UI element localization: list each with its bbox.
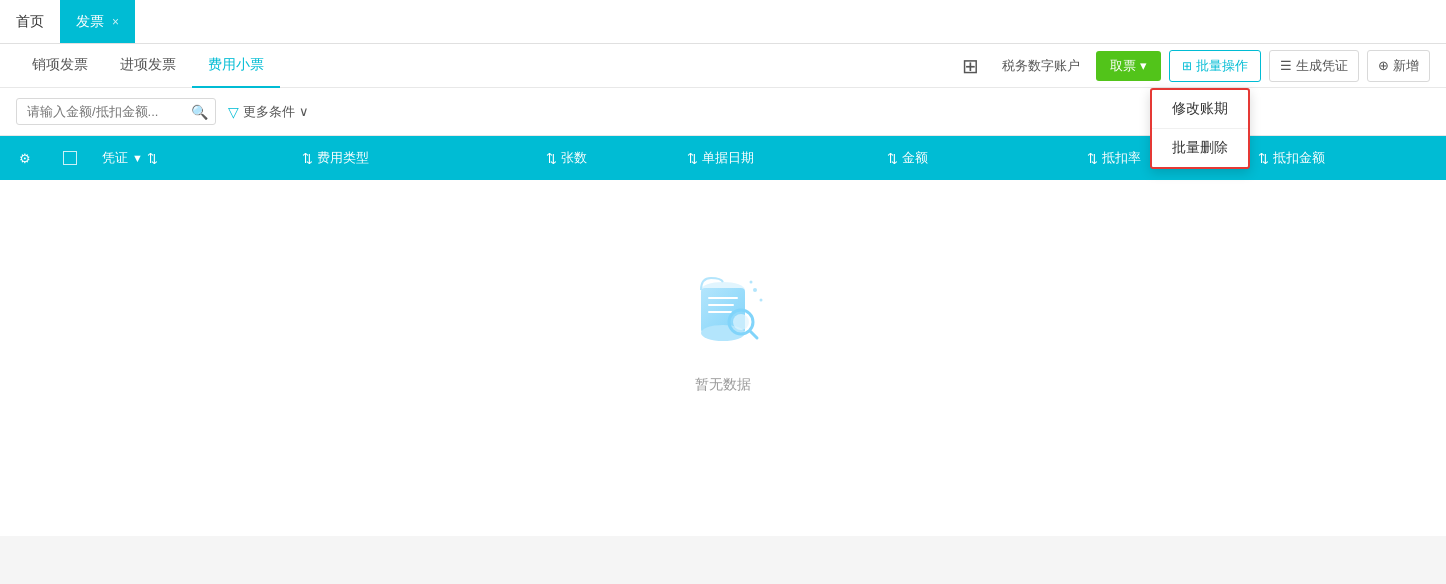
tab-expense[interactable]: 费用小票 — [192, 45, 280, 88]
th-deduct-rate-label: 抵扣率 — [1102, 149, 1141, 167]
th-amount: ⇅ 金额 — [875, 149, 1075, 167]
generate-voucher-label: 生成凭证 — [1296, 57, 1348, 75]
qr-icon-button[interactable]: ⊞ — [954, 50, 986, 82]
th-settings[interactable]: ⚙ — [0, 151, 50, 166]
nav-tab-invoice[interactable]: 发票 × — [60, 0, 135, 43]
tax-account-button[interactable]: 税务数字账户 — [994, 57, 1088, 75]
nav-tab-close[interactable]: × — [112, 15, 119, 29]
tab-input[interactable]: 进项发票 — [104, 45, 192, 88]
th-voucher-filter-icon[interactable]: ▼ — [132, 152, 143, 164]
tab-sales[interactable]: 销项发票 — [16, 45, 104, 88]
svg-point-9 — [753, 288, 757, 292]
main-content: ⚙ 凭证 ▼ ⇅ ⇅ 费用类型 ⇅ 张数 ⇅ 单据日期 ⇅ 金额 ⇅ 抵扣率 — [0, 136, 1446, 536]
nav-tab-label: 发票 — [76, 13, 104, 31]
th-deduct-rate-sort-icon[interactable]: ⇅ — [1087, 151, 1098, 166]
th-voucher-sort-icon[interactable]: ⇅ — [147, 151, 158, 166]
dropdown-item-modify-period[interactable]: 修改账期 — [1152, 90, 1248, 128]
th-expense-type-label: 费用类型 — [317, 149, 369, 167]
more-filter-button[interactable]: ▽ 更多条件 ∨ — [228, 103, 309, 121]
th-deduct-amount-sort-icon[interactable]: ⇅ — [1258, 151, 1269, 166]
new-label: 新增 — [1393, 57, 1419, 75]
empty-state: 暂无数据 — [0, 180, 1446, 434]
th-checkbox[interactable] — [50, 151, 90, 165]
th-doc-date-label: 单据日期 — [702, 149, 754, 167]
batch-operation-dropdown: 修改账期 批量删除 — [1150, 88, 1250, 169]
th-doc-date: ⇅ 单据日期 — [675, 149, 875, 167]
filter-icon: ▽ — [228, 104, 239, 120]
sub-tabs-bar: 销项发票 进项发票 费用小票 ⊞ 税务数字账户 取票 ▾ ⊞ 批量操作 ☰ 生成… — [0, 44, 1446, 88]
take-ticket-arrow: ▾ — [1140, 58, 1147, 73]
batch-op-label: 批量操作 — [1196, 57, 1248, 75]
th-amount-label: 金额 — [902, 149, 928, 167]
generate-voucher-button[interactable]: ☰ 生成凭证 — [1269, 50, 1359, 82]
take-ticket-label: 取票 — [1110, 57, 1136, 75]
search-icon[interactable]: 🔍 — [191, 104, 208, 120]
th-count-sort-icon[interactable]: ⇅ — [546, 151, 557, 166]
more-filter-label: 更多条件 — [243, 103, 295, 121]
th-expense-type: ⇅ 费用类型 — [290, 149, 534, 167]
th-doc-date-sort-icon[interactable]: ⇅ — [687, 151, 698, 166]
settings-icon[interactable]: ⚙ — [19, 151, 31, 166]
th-voucher: 凭证 ▼ ⇅ — [90, 149, 290, 167]
svg-point-11 — [750, 281, 753, 284]
toolbar-right: ⊞ 税务数字账户 取票 ▾ ⊞ 批量操作 ☰ 生成凭证 ⊕ 新增 — [954, 50, 1430, 82]
filter-arrow-icon: ∨ — [299, 104, 309, 119]
th-amount-sort-icon[interactable]: ⇅ — [887, 151, 898, 166]
new-icon: ⊕ — [1378, 58, 1389, 73]
top-nav: 首页 发票 × — [0, 0, 1446, 44]
empty-state-text: 暂无数据 — [695, 376, 751, 394]
dropdown-item-batch-delete[interactable]: 批量删除 — [1152, 128, 1248, 167]
svg-point-7 — [733, 314, 749, 330]
new-button[interactable]: ⊕ 新增 — [1367, 50, 1430, 82]
th-count-label: 张数 — [561, 149, 587, 167]
batch-operation-button[interactable]: ⊞ 批量操作 — [1169, 50, 1261, 82]
search-wrap: 🔍 — [16, 98, 216, 125]
svg-point-10 — [760, 299, 763, 302]
nav-home[interactable]: 首页 — [0, 0, 60, 43]
empty-state-icon — [673, 260, 773, 360]
generate-voucher-icon: ☰ — [1280, 58, 1292, 73]
th-count: ⇅ 张数 — [534, 149, 675, 167]
th-expense-type-sort-icon[interactable]: ⇅ — [302, 151, 313, 166]
select-all-checkbox[interactable] — [63, 151, 77, 165]
th-deduct-amount: ⇅ 抵扣金额 — [1246, 149, 1446, 167]
batch-op-icon: ⊞ — [1182, 59, 1192, 73]
take-ticket-button[interactable]: 取票 ▾ — [1096, 51, 1161, 81]
th-deduct-amount-label: 抵扣金额 — [1273, 149, 1325, 167]
th-voucher-label: 凭证 — [102, 149, 128, 167]
svg-line-8 — [750, 331, 757, 338]
search-input[interactable] — [16, 98, 216, 125]
